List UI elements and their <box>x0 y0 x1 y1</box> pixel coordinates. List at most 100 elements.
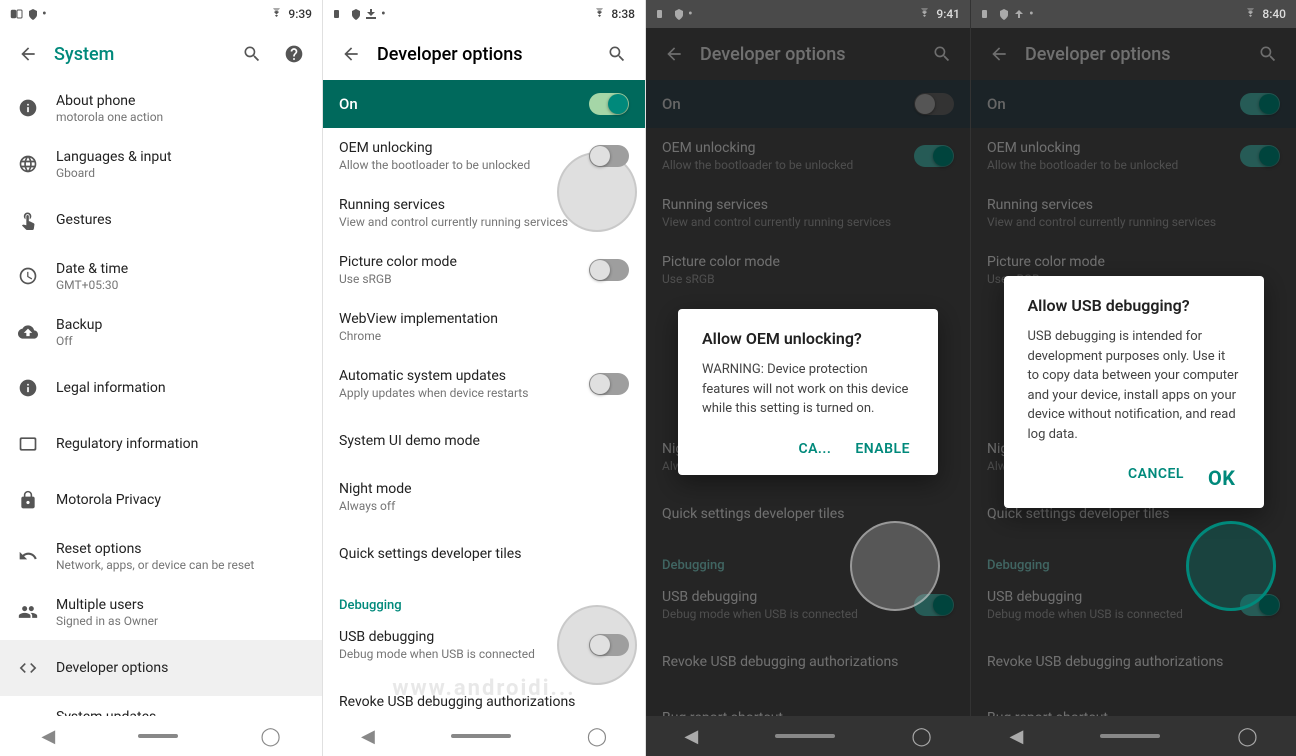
nav-bar-dev3: ◀ ◯ <box>971 716 1296 756</box>
dev-options-title: Developer options <box>56 660 306 676</box>
legal-icon <box>16 376 40 400</box>
sidebar-item-reset[interactable]: Reset options Network, apps, or device c… <box>0 528 322 584</box>
time-dev2: 9:41 <box>936 7 960 21</box>
shield-icon-dev3 <box>999 8 1009 20</box>
revoke-usb-title: Revoke USB debugging authorizations <box>339 694 629 710</box>
system-panel: • 9:39 System About phone motorola one a… <box>0 0 323 756</box>
usb-debug-sub: Debug mode when USB is connected <box>339 647 589 661</box>
dev-row-picture-color[interactable]: Picture color mode Use sRGB <box>323 242 645 299</box>
recents-nav-icon[interactable]: ◯ <box>260 726 280 747</box>
usb-dialog-actions: Cancel OK <box>1028 460 1240 496</box>
qs-tiles-text: Quick settings developer tiles <box>339 546 629 562</box>
dev-row-oem[interactable]: OEM unlocking Allow the bootloader to be… <box>323 128 645 185</box>
sidebar-item-gestures[interactable]: Gestures <box>0 192 322 248</box>
recents-nav-dev2[interactable]: ◯ <box>911 726 931 747</box>
dev-row-sysui-demo[interactable]: System UI demo mode <box>323 413 645 469</box>
picture-color-text: Picture color mode Use sRGB <box>339 254 589 286</box>
sidebar-item-backup[interactable]: Backup Off <box>0 304 322 360</box>
datetime-subtitle: GMT+05:30 <box>56 278 306 292</box>
oem-toggle-thumb <box>590 146 610 166</box>
help-button-system[interactable] <box>278 38 310 70</box>
recents-nav-dev3[interactable]: ◯ <box>1237 726 1257 747</box>
dev-row-night-mode[interactable]: Night mode Always off <box>323 469 645 526</box>
app-bar-dev1: Developer options <box>323 28 645 80</box>
qs-tiles-title: Quick settings developer tiles <box>339 546 629 562</box>
back-nav-dev2[interactable]: ◀ <box>684 726 698 747</box>
back-button-system[interactable] <box>12 38 44 70</box>
sidebar-item-about[interactable]: About phone motorola one action <box>0 80 322 136</box>
sysui-demo-text: System UI demo mode <box>339 433 629 449</box>
wifi-icon-dev1 <box>592 8 607 20</box>
gestures-title: Gestures <box>56 212 306 228</box>
back-nav-dev3[interactable]: ◀ <box>1010 726 1024 747</box>
on-toggle-dev1[interactable] <box>589 93 629 115</box>
usb-ok-button[interactable]: OK <box>1204 460 1240 496</box>
on-off-row-dev1[interactable]: On <box>323 80 645 128</box>
oem-dialog-overlay: Allow OEM unlocking? WARNING: Device pro… <box>646 28 970 716</box>
dev-row-revoke-usb[interactable]: Revoke USB debugging authorizations <box>323 674 645 716</box>
usb-dialog: Allow USB debugging? USB debugging is in… <box>1004 276 1264 508</box>
oem-enable-button[interactable]: Enable <box>851 435 914 463</box>
oem-dialog: Allow OEM unlocking? WARNING: Device pro… <box>678 309 938 475</box>
datetime-icon <box>16 264 40 288</box>
search-button-dev1[interactable] <box>601 38 633 70</box>
dot-icon-dev2: • <box>688 6 693 22</box>
picture-color-toggle[interactable] <box>589 259 629 281</box>
toggle-thumb-dev1 <box>608 94 628 114</box>
dev-row-usb-debug[interactable]: USB debugging Debug mode when USB is con… <box>323 617 645 674</box>
running-text: Running services View and control curren… <box>339 197 629 229</box>
shield-icon <box>28 8 38 20</box>
home-nav-pill[interactable] <box>138 734 178 738</box>
sidebar-item-dev-options[interactable]: Developer options <box>0 640 322 696</box>
status-right-dev1: 8:38 <box>592 7 635 21</box>
dev-row-qs-tiles[interactable]: Quick settings developer tiles <box>323 526 645 582</box>
status-left: • <box>10 6 47 22</box>
usb-debug-toggle[interactable] <box>589 634 629 656</box>
oem-cancel-button[interactable]: Ca... <box>794 435 835 463</box>
reset-text: Reset options Network, apps, or device c… <box>56 541 306 572</box>
auto-updates-toggle[interactable] <box>589 373 629 395</box>
on-label-dev1: On <box>339 95 358 113</box>
sidebar-item-regulatory[interactable]: Regulatory information <box>0 416 322 472</box>
languages-text: Languages & input Gboard <box>56 149 306 180</box>
dot-icon-dev3: • <box>1029 6 1034 22</box>
night-mode-text: Night mode Always off <box>339 481 629 513</box>
datetime-text: Date & time GMT+05:30 <box>56 261 306 292</box>
sidebar-item-sys-updates[interactable]: System updates Updated to Android 9 <box>0 696 322 716</box>
dev1-title: Developer options <box>377 44 591 65</box>
sidebar-item-multiple-users[interactable]: Multiple users Signed in as Owner <box>0 584 322 640</box>
about-subtitle: motorola one action <box>56 110 306 124</box>
gestures-text: Gestures <box>56 212 306 228</box>
shield-icon-dev1 <box>351 8 361 20</box>
usb-cancel-button[interactable]: Cancel <box>1124 460 1188 496</box>
sidebar-item-moto-privacy[interactable]: Motorola Privacy <box>0 472 322 528</box>
legal-title: Legal information <box>56 380 306 396</box>
sidebar-item-datetime[interactable]: Date & time GMT+05:30 <box>0 248 322 304</box>
dev-row-webview[interactable]: WebView implementation Chrome <box>323 299 645 356</box>
search-button-system[interactable] <box>236 38 268 70</box>
webview-sub: Chrome <box>339 329 629 343</box>
oem-dialog-title: Allow OEM unlocking? <box>702 329 914 348</box>
backup-text: Backup Off <box>56 317 306 348</box>
back-button-dev1[interactable] <box>335 38 367 70</box>
language-icon <box>16 152 40 176</box>
auto-updates-text: Automatic system updates Apply updates w… <box>339 368 589 400</box>
sys-updates-text: System updates Updated to Android 9 <box>56 709 306 717</box>
time-dev1: 8:38 <box>611 7 635 21</box>
oem-toggle[interactable] <box>589 145 629 167</box>
recents-nav-dev1[interactable]: ◯ <box>587 726 607 747</box>
dev-row-auto-updates[interactable]: Automatic system updates Apply updates w… <box>323 356 645 413</box>
dev-options-panel-2: • 9:41 Developer options On OEM unlockin… <box>646 0 971 756</box>
regulatory-text: Regulatory information <box>56 436 306 452</box>
system-settings-list: About phone motorola one action Language… <box>0 80 322 716</box>
about-text: About phone motorola one action <box>56 93 306 124</box>
back-nav-dev1[interactable]: ◀ <box>361 726 375 747</box>
languages-subtitle: Gboard <box>56 166 306 180</box>
running-sub: View and control currently running servi… <box>339 215 629 229</box>
dev-row-running[interactable]: Running services View and control curren… <box>323 185 645 242</box>
sidebar-item-legal[interactable]: Legal information <box>0 360 322 416</box>
sim1-icon-dev2 <box>656 8 670 20</box>
back-nav-icon[interactable]: ◀ <box>41 726 55 747</box>
wifi-icon-dev3 <box>1243 8 1258 20</box>
sidebar-item-languages[interactable]: Languages & input Gboard <box>0 136 322 192</box>
